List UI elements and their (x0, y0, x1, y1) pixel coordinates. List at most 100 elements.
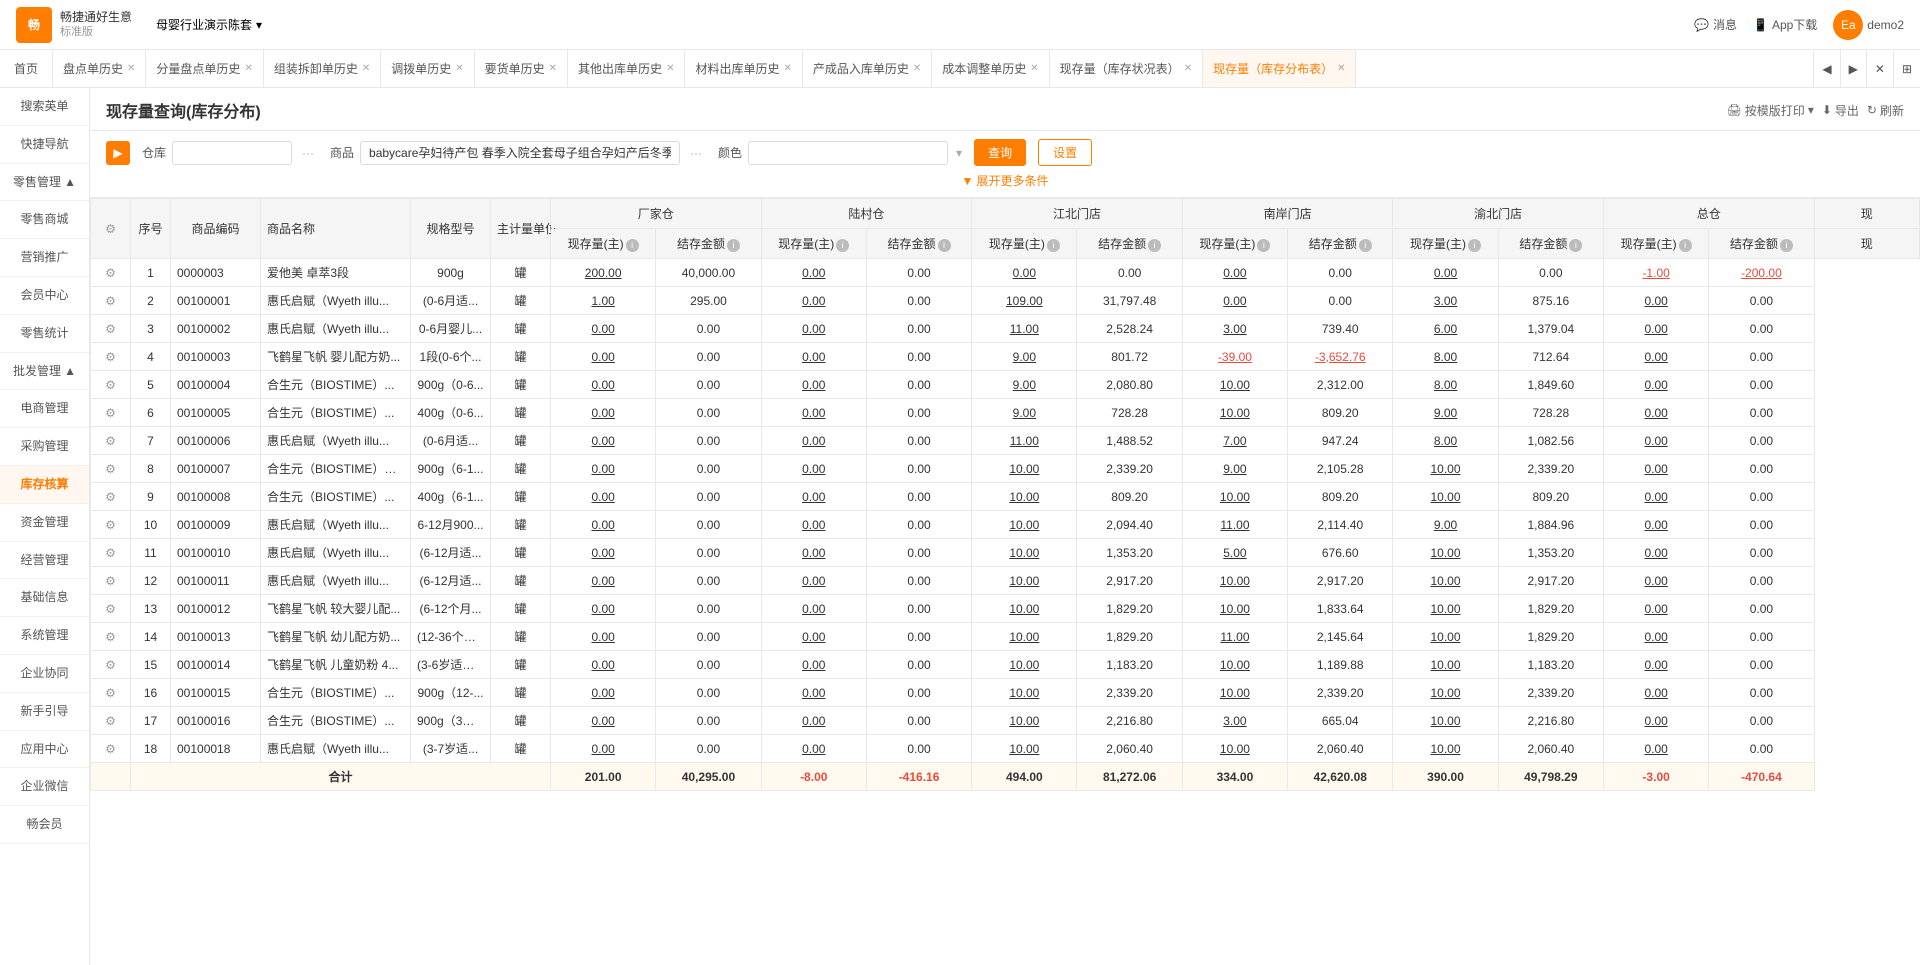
row-w1-qty-17[interactable]: 0.00 (761, 735, 866, 763)
app-download-btn[interactable]: 📱 App下载 (1753, 16, 1817, 33)
info-icon-w6a[interactable]: i (1780, 239, 1793, 252)
row-w3-qty-3[interactable]: -39.00 (1182, 343, 1287, 371)
row-w3-qty-17[interactable]: 10.00 (1182, 735, 1287, 763)
sidebar-item-appcenter[interactable]: 应用中心 (0, 731, 89, 769)
row-w1-qty-3[interactable]: 0.00 (761, 343, 866, 371)
row-w0-qty-0[interactable]: 200.00 (551, 259, 656, 287)
row-w1-qty-9[interactable]: 0.00 (761, 511, 866, 539)
row-gear-2[interactable]: ⚙ (91, 315, 131, 343)
row-w5-qty-11[interactable]: 0.00 (1603, 567, 1708, 595)
tab-item-5[interactable]: 要货单历史 ✕ (475, 50, 568, 87)
sidebar-item-wechat-work[interactable]: 企业微信 (0, 768, 89, 806)
row-w0-qty-7[interactable]: 0.00 (551, 455, 656, 483)
info-icon-w1a[interactable]: i (727, 239, 740, 252)
tab-item-1[interactable]: 盘点单历史 ✕ (53, 50, 146, 87)
row-gear-8[interactable]: ⚙ (91, 483, 131, 511)
tab-close-5[interactable]: ✕ (549, 63, 557, 74)
row-w5-qty-16[interactable]: 0.00 (1603, 707, 1708, 735)
row-w1-qty-14[interactable]: 0.00 (761, 651, 866, 679)
info-icon-w5[interactable]: i (1468, 239, 1481, 252)
row-w1-qty-8[interactable]: 0.00 (761, 483, 866, 511)
row-w1-qty-10[interactable]: 0.00 (761, 539, 866, 567)
warehouse-dots-btn[interactable]: ··· (298, 146, 318, 160)
row-w2-qty-7[interactable]: 10.00 (972, 455, 1077, 483)
row-w3-qty-1[interactable]: 0.00 (1182, 287, 1287, 315)
sidebar-item-search[interactable]: 搜索英单 (0, 88, 89, 126)
tab-next-btn[interactable]: ▶ (1840, 50, 1866, 88)
row-gear-13[interactable]: ⚙ (91, 623, 131, 651)
row-w0-qty-14[interactable]: 0.00 (551, 651, 656, 679)
collapse-filter-btn[interactable]: ▶ (106, 141, 130, 165)
message-btn[interactable]: 💬 消息 (1694, 16, 1737, 33)
row-gear-6[interactable]: ⚙ (91, 427, 131, 455)
info-icon-w2a[interactable]: i (938, 239, 951, 252)
row-w4-qty-0[interactable]: 0.00 (1393, 259, 1498, 287)
row-w2-qty-5[interactable]: 9.00 (972, 399, 1077, 427)
row-w4-qty-15[interactable]: 10.00 (1393, 679, 1498, 707)
sidebar-item-retail-stats[interactable]: 零售统计 (0, 315, 89, 353)
row-w5-qty-2[interactable]: 0.00 (1603, 315, 1708, 343)
row-w1-qty-4[interactable]: 0.00 (761, 371, 866, 399)
tab-close-2[interactable]: ✕ (244, 63, 252, 74)
row-w2-qty-17[interactable]: 10.00 (972, 735, 1077, 763)
row-w4-qty-13[interactable]: 10.00 (1393, 623, 1498, 651)
row-w1-qty-11[interactable]: 0.00 (761, 567, 866, 595)
tab-close-9[interactable]: ✕ (1030, 63, 1038, 74)
row-w4-qty-3[interactable]: 8.00 (1393, 343, 1498, 371)
tab-close-all-btn[interactable]: ✕ (1866, 50, 1893, 88)
goods-dots-btn[interactable]: ··· (686, 146, 706, 160)
row-gear-10[interactable]: ⚙ (91, 539, 131, 567)
row-w1-qty-15[interactable]: 0.00 (761, 679, 866, 707)
row-w5-qty-0[interactable]: -1.00 (1603, 259, 1708, 287)
row-w4-qty-9[interactable]: 9.00 (1393, 511, 1498, 539)
info-icon-w6[interactable]: i (1679, 239, 1692, 252)
setting-button[interactable]: 设置 (1038, 139, 1092, 166)
row-w5-qty-5[interactable]: 0.00 (1603, 399, 1708, 427)
row-w0-qty-1[interactable]: 1.00 (551, 287, 656, 315)
tab-close-6[interactable]: ✕ (666, 63, 674, 74)
row-w2-qty-14[interactable]: 10.00 (972, 651, 1077, 679)
row-w2-qty-6[interactable]: 11.00 (972, 427, 1077, 455)
tab-item-11[interactable]: 现存量（库存分布表） ✕ (1203, 50, 1356, 87)
tab-item-7[interactable]: 材料出库单历史 ✕ (685, 50, 802, 87)
row-w0-qty-5[interactable]: 0.00 (551, 399, 656, 427)
sidebar-item-member[interactable]: 会员中心 (0, 277, 89, 315)
row-w0-qty-10[interactable]: 0.00 (551, 539, 656, 567)
row-w0-qty-2[interactable]: 0.00 (551, 315, 656, 343)
tab-close-4[interactable]: ✕ (455, 63, 463, 74)
tab-prev-btn[interactable]: ◀ (1813, 50, 1839, 88)
sidebar-item-guide[interactable]: 新手引导 (0, 693, 89, 731)
sidebar-item-wholesale[interactable]: 批发管理 ▲ (0, 353, 89, 391)
row-w0-qty-8[interactable]: 0.00 (551, 483, 656, 511)
row-w1-qty-1[interactable]: 0.00 (761, 287, 866, 315)
row-gear-0[interactable]: ⚙ (91, 259, 131, 287)
row-gear-14[interactable]: ⚙ (91, 651, 131, 679)
row-gear-15[interactable]: ⚙ (91, 679, 131, 707)
row-w5-qty-13[interactable]: 0.00 (1603, 623, 1708, 651)
sidebar-item-enterprise[interactable]: 企业协同 (0, 655, 89, 693)
row-w3-qty-7[interactable]: 9.00 (1182, 455, 1287, 483)
row-w5-qty-8[interactable]: 0.00 (1603, 483, 1708, 511)
row-w5-qty-10[interactable]: 0.00 (1603, 539, 1708, 567)
warehouse-input[interactable] (172, 141, 292, 165)
row-w3-qty-13[interactable]: 11.00 (1182, 623, 1287, 651)
info-icon-w4[interactable]: i (1257, 239, 1270, 252)
sidebar-item-ecommerce[interactable]: 电商管理 (0, 390, 89, 428)
row-w2-qty-15[interactable]: 10.00 (972, 679, 1077, 707)
row-w2-qty-9[interactable]: 10.00 (972, 511, 1077, 539)
row-w4-qty-10[interactable]: 10.00 (1393, 539, 1498, 567)
row-w5-qty-12[interactable]: 0.00 (1603, 595, 1708, 623)
color-input[interactable] (748, 141, 948, 165)
row-w3-qty-14[interactable]: 10.00 (1182, 651, 1287, 679)
row-w1-qty-16[interactable]: 0.00 (761, 707, 866, 735)
row-w2-qty-13[interactable]: 10.00 (972, 623, 1077, 651)
sidebar-item-purchase[interactable]: 采购管理 (0, 428, 89, 466)
gear-icon[interactable]: ⚙ (105, 222, 116, 236)
sidebar-item-operations[interactable]: 经营管理 (0, 542, 89, 580)
row-w4-qty-8[interactable]: 10.00 (1393, 483, 1498, 511)
row-w0-qty-15[interactable]: 0.00 (551, 679, 656, 707)
company-selector[interactable]: 母婴行业演示陈套 ▾ (156, 16, 262, 33)
row-w4-qty-1[interactable]: 3.00 (1393, 287, 1498, 315)
tab-expand-btn[interactable]: ⊞ (1893, 50, 1920, 88)
row-w2-qty-11[interactable]: 10.00 (972, 567, 1077, 595)
